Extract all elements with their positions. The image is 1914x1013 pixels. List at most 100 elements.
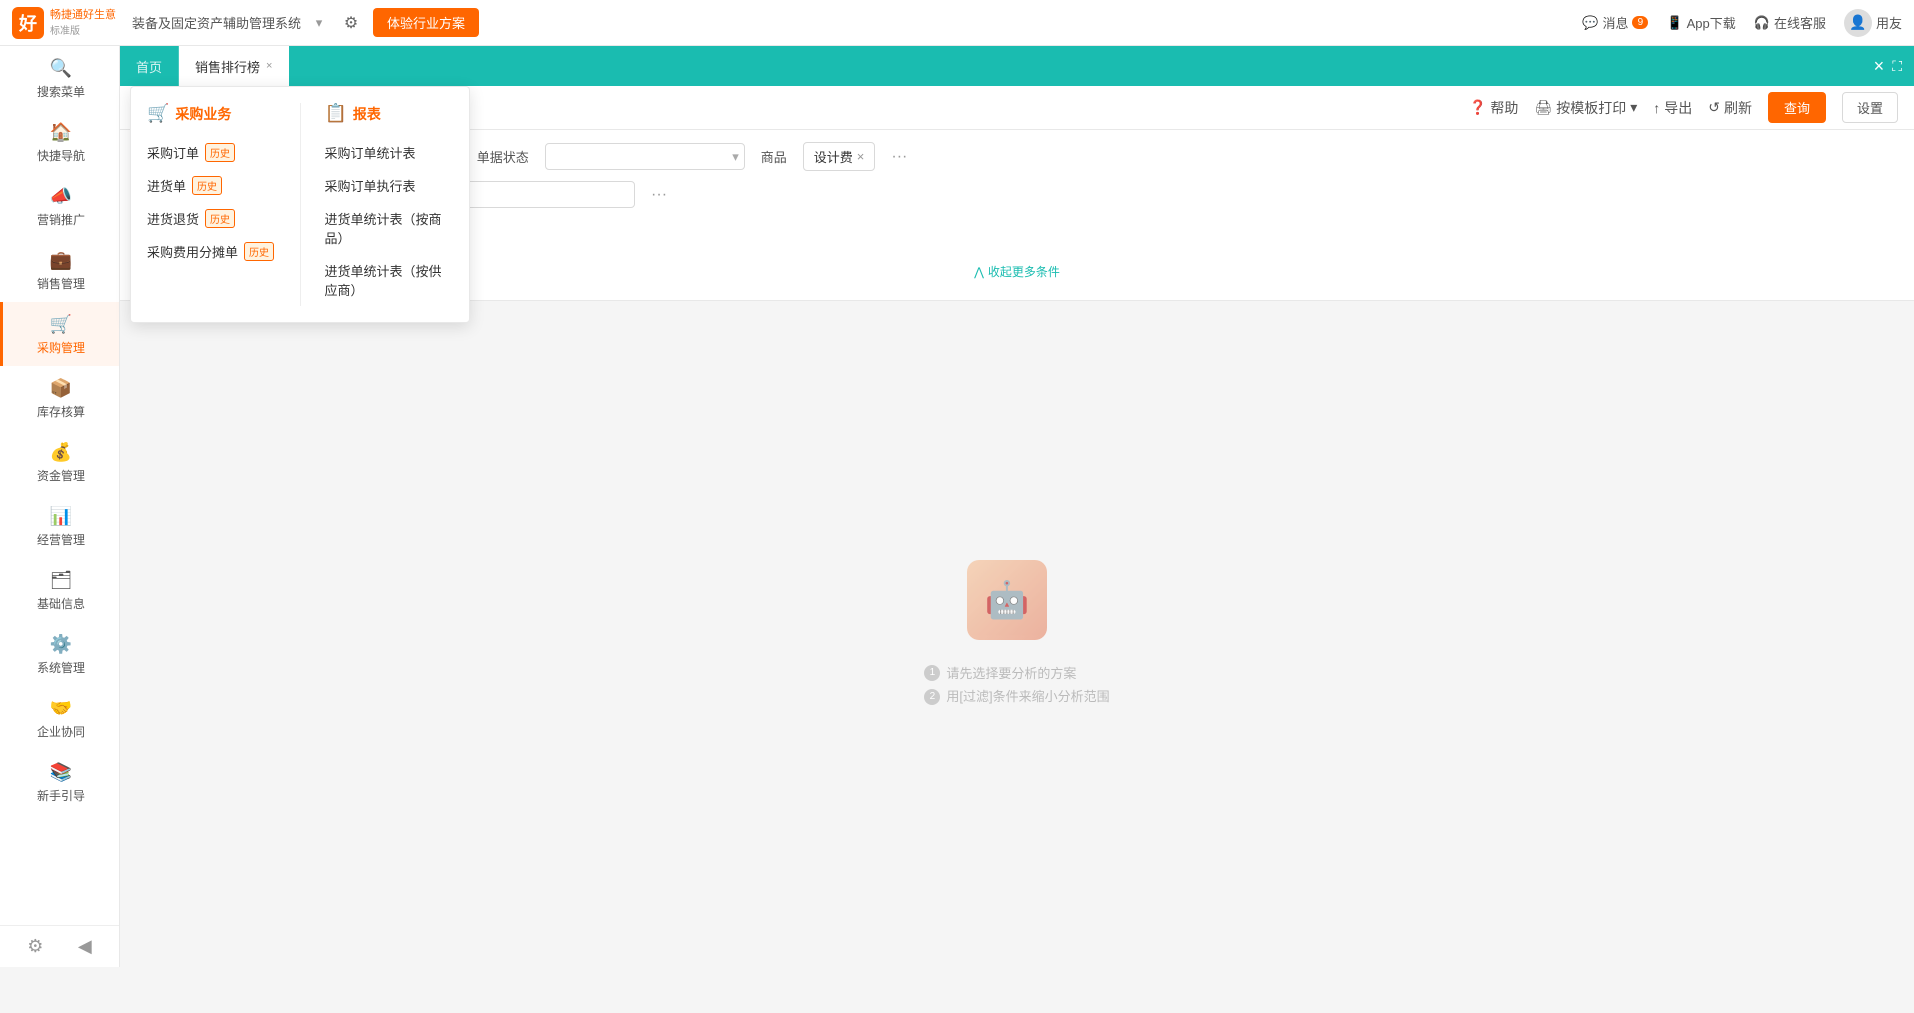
purchase-icon: 🛒	[50, 314, 72, 335]
help-icon: ❓	[1469, 99, 1486, 116]
sidebar-label-operation: 经营管理	[37, 531, 85, 548]
dropdown-col-reports-title: 📋 报表	[325, 103, 454, 124]
print-button[interactable]: 🖨 按模板打印 ▾	[1534, 98, 1637, 118]
app-download-button[interactable]: 📱 App下载	[1666, 13, 1735, 32]
help-button[interactable]: ❓ 帮助	[1469, 98, 1518, 118]
export-icon: ↑	[1653, 100, 1660, 116]
settings-gear-icon[interactable]: ⚙	[337, 9, 365, 37]
empty-state-icon: 🤖	[967, 560, 1067, 650]
sidebar-item-basic-info[interactable]: 🗂 基础信息	[0, 558, 119, 622]
dropdown-item-purchase-fee[interactable]: 采购费用分摊单 历史	[147, 235, 276, 268]
sidebar-label-quick-nav: 快捷导航	[37, 147, 85, 164]
sidebar-item-search[interactable]: 🔍 搜索菜单	[0, 46, 119, 110]
sidebar-item-finance[interactable]: 💰 资金管理	[0, 430, 119, 494]
system-title-dropdown[interactable]: ▾	[309, 13, 329, 33]
sidebar-item-quick-nav[interactable]: 🏠 快捷导航	[0, 110, 119, 174]
dropdown-col-business-label: 采购业务	[175, 104, 231, 124]
finance-icon: 💰	[50, 442, 72, 463]
tab-close-icon[interactable]: ×	[266, 60, 272, 72]
sidebar-settings-icon[interactable]: ⚙	[27, 936, 43, 957]
tab-home[interactable]: 首页	[120, 46, 179, 86]
dropdown-item-purchase-order-label: 采购订单	[147, 143, 199, 162]
tab-sales-rank[interactable]: 销售排行榜 ×	[179, 46, 289, 86]
dropdown-item-goods-stats-by-supplier[interactable]: 进货单统计表（按供应商）	[325, 254, 454, 306]
messages-label: 消息	[1602, 13, 1628, 32]
goods-tag: 设计费 ×	[803, 142, 876, 171]
dropdown-item-goods-stats-by-product-label: 进货单统计表（按商品）	[325, 209, 454, 247]
dropdown-item-goods-return-history[interactable]: 历史	[205, 209, 235, 228]
avatar: 👤	[1844, 9, 1872, 37]
dropdown-columns: 🛒 采购业务 采购订单 历史 进货单 历史 进货退货 历史 采购费用分摊单 历史	[147, 103, 453, 306]
dropdown-item-goods-return[interactable]: 进货退货 历史	[147, 202, 276, 235]
dropdown-item-po-stats-label: 采购订单统计表	[325, 143, 416, 162]
dropdown-item-purchase-fee-history[interactable]: 历史	[244, 242, 274, 261]
dropdown-item-goods-receipt-history[interactable]: 历史	[192, 176, 222, 195]
sales-icon: 💼	[50, 250, 72, 271]
sidebar-item-enterprise[interactable]: 🤝 企业协同	[0, 686, 119, 750]
headset-icon: 🎧	[1754, 15, 1770, 31]
sidebar-item-operation[interactable]: 📊 经营管理	[0, 494, 119, 558]
sidebar-bottom: ⚙ ◀	[0, 925, 119, 967]
sidebar-item-purchase[interactable]: 🛒 采购管理	[0, 302, 119, 366]
messages-button[interactable]: 💬 消息 9	[1582, 13, 1648, 32]
dropdown-item-po-exec[interactable]: 采购订单执行表	[325, 169, 454, 202]
enterprise-icon: 🤝	[50, 698, 72, 719]
logo-badge: 标准版	[50, 22, 116, 37]
system-title-area: 装备及固定资产辅助管理系统 ▾ ⚙ 体验行业方案	[132, 8, 1582, 37]
sidebar-label-guide: 新手引导	[37, 787, 85, 804]
sidebar-item-system[interactable]: ⚙️ 系统管理	[0, 622, 119, 686]
operation-icon: 📊	[50, 506, 72, 527]
sidebar: 🔍 搜索菜单 🏠 快捷导航 📣 营销推广 💼 销售管理 🛒 采购管理 📦 库存核…	[0, 46, 120, 967]
sidebar-item-marketing[interactable]: 📣 营销推广	[0, 174, 119, 238]
export-button[interactable]: ↑ 导出	[1653, 98, 1692, 118]
message-icon: 💬	[1582, 15, 1598, 31]
messages-badge: 9	[1632, 16, 1648, 29]
app-download-label: App下载	[1687, 13, 1736, 32]
order-status-label: 单据状态	[477, 147, 529, 166]
reports-col-icon: 📋	[325, 103, 347, 124]
industry-solution-button[interactable]: 体验行业方案	[373, 8, 479, 37]
sidebar-item-inventory[interactable]: 📦 库存核算	[0, 366, 119, 430]
dropdown-col-business-title: 🛒 采购业务	[147, 103, 276, 124]
basic-info-icon: 🗂	[50, 570, 73, 591]
refresh-button[interactable]: ↺ 刷新	[1708, 98, 1752, 118]
sidebar-label-enterprise: 企业协同	[37, 723, 85, 740]
dropdown-divider	[300, 103, 301, 306]
tip-num-1: 1	[924, 665, 940, 681]
settings-button[interactable]: 设置	[1842, 92, 1898, 123]
order-status-select[interactable]	[545, 143, 745, 170]
query-button[interactable]: 查询	[1768, 92, 1826, 123]
goods-tag-text: 设计费	[814, 147, 853, 166]
print-dropdown-icon[interactable]: ▾	[1630, 99, 1637, 116]
tab-bar-actions: × ⛶	[1862, 56, 1914, 77]
collapse-label: 收起更多条件	[988, 263, 1060, 280]
dropdown-item-goods-receipt[interactable]: 进货单 历史	[147, 169, 276, 202]
dropdown-item-purchase-order-history[interactable]: 历史	[205, 143, 235, 162]
sidebar-item-sales[interactable]: 💼 销售管理	[0, 238, 119, 302]
sidebar-item-guide[interactable]: 📚 新手引导	[0, 750, 119, 814]
goods-more-icon[interactable]: ···	[891, 148, 907, 166]
user-area[interactable]: 👤 用友	[1844, 9, 1902, 37]
tab-sales-rank-label: 销售排行榜	[195, 57, 260, 76]
dropdown-item-po-stats[interactable]: 采购订单统计表	[325, 136, 454, 169]
dropdown-item-purchase-order[interactable]: 采购订单 历史	[147, 136, 276, 169]
phone-icon: 📱	[1666, 15, 1682, 31]
goods-tag-close-icon[interactable]: ×	[857, 149, 865, 164]
dropdown-item-po-exec-label: 采购订单执行表	[325, 176, 416, 195]
goods-filter-label: 商品	[761, 147, 787, 166]
system-title: 装备及固定资产辅助管理系统	[132, 13, 301, 32]
dropdown-item-purchase-fee-label: 采购费用分摊单	[147, 242, 238, 261]
window-maximize-icon[interactable]: ⛶	[1892, 58, 1902, 75]
dropdown-item-goods-return-label: 进货退货	[147, 209, 199, 228]
search-icon: 🔍	[50, 58, 72, 79]
user-name: 用友	[1876, 13, 1902, 32]
dropdown-col-reports-label: 报表	[353, 104, 381, 124]
empty-tip-2: 2 用[过滤]条件来缩小分析范围	[924, 685, 1109, 708]
logo-area: 好 畅捷通好生意 标准版	[12, 7, 132, 39]
online-service-button[interactable]: 🎧 在线客服	[1754, 13, 1826, 32]
dropdown-item-goods-stats-by-product[interactable]: 进货单统计表（按商品）	[325, 202, 454, 254]
sidebar-collapse-icon[interactable]: ◀	[78, 936, 92, 957]
empty-tips: 1 请先选择要分析的方案 2 用[过滤]条件来缩小分析范围	[924, 662, 1109, 709]
salesperson-more-icon[interactable]: ···	[651, 186, 667, 204]
window-close-icon[interactable]: ×	[1874, 56, 1885, 77]
